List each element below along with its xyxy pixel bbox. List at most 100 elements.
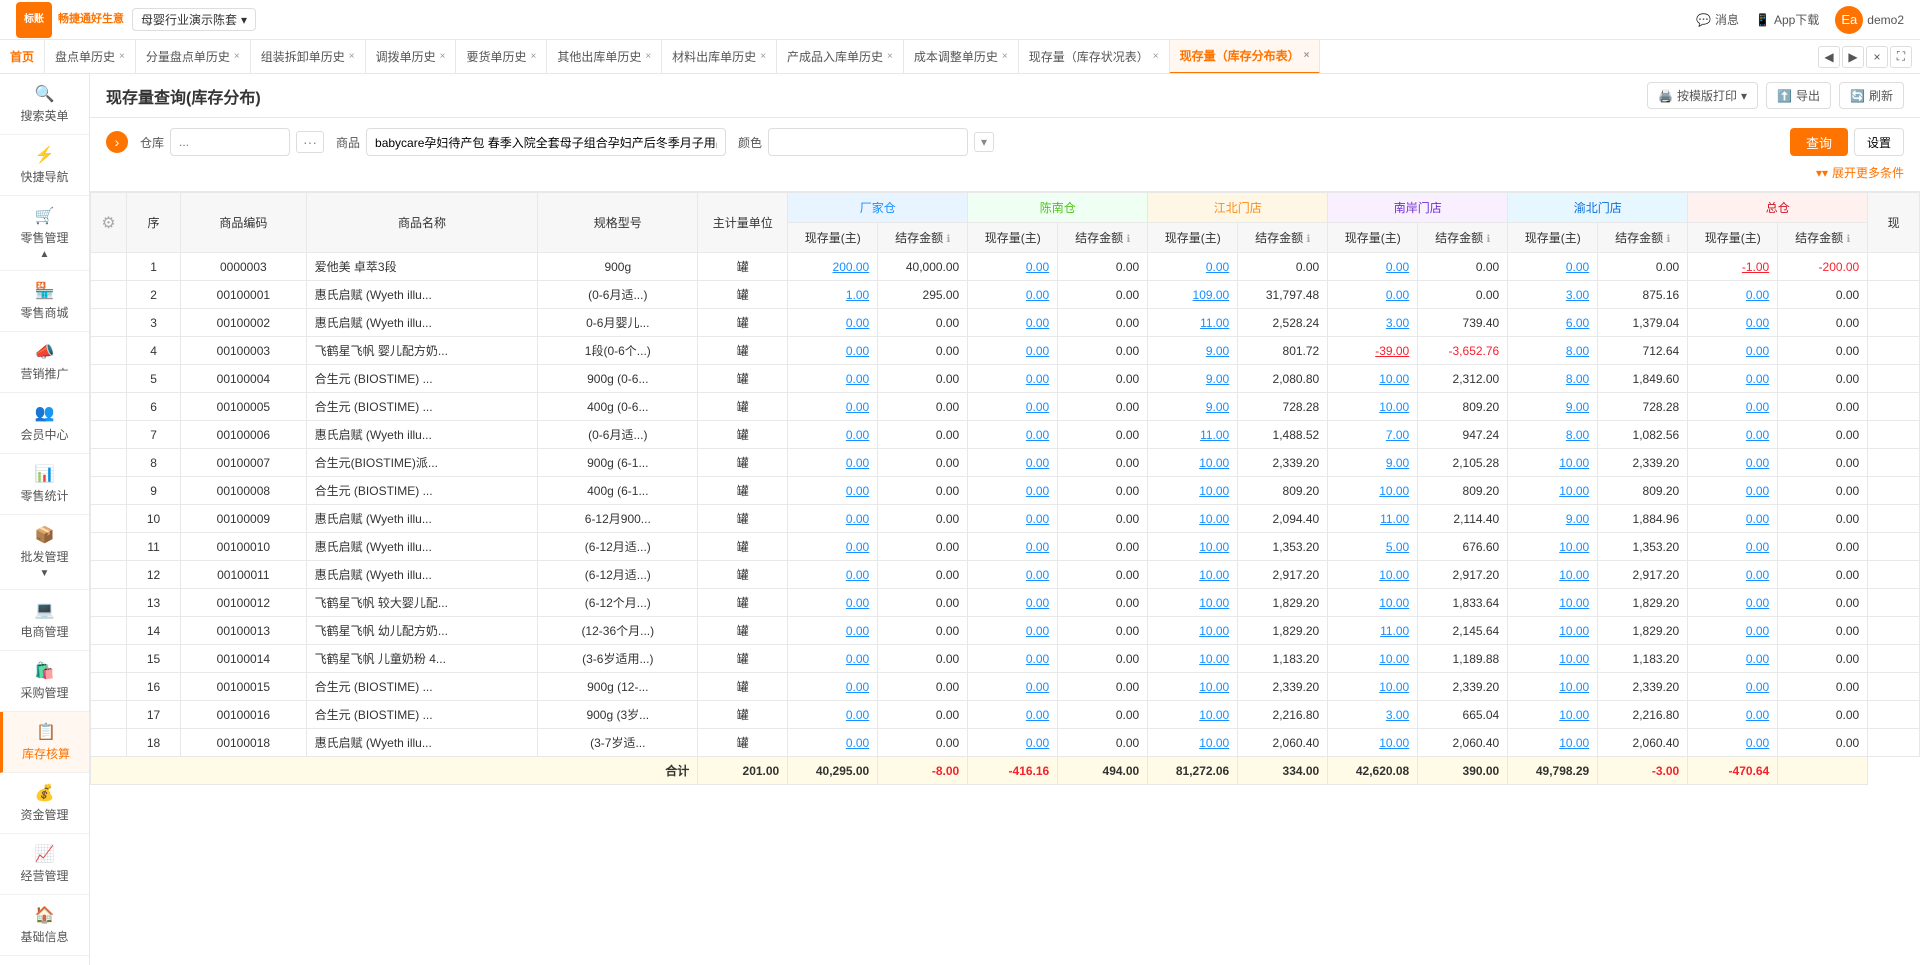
chevron-down-icon: ▾ [241,13,247,27]
close-icon[interactable]: × [440,51,446,62]
th-jb-qty: 现存量(主) [1148,223,1238,253]
tab-1[interactable]: 盘点单历史 × [45,40,136,74]
sidebar-item-members[interactable]: 👥 会员中心 [0,393,89,454]
money-icon: 💰 [35,783,55,803]
home-icon: 🏠 [35,905,55,925]
table-row: 200100001惠氏启赋 (Wyeth illu...(0-6月适...)罐1… [91,281,1920,309]
message-icon: 💬 [1696,13,1711,27]
th-tot-qty: 现存量(主) [1688,223,1778,253]
tab-2[interactable]: 分量盘点单历史 × [136,40,251,74]
table-row: 1500100014飞鹤星飞帆 儿童奶粉 4...(3-6岁适用...)罐0.0… [91,645,1920,673]
cart-icon: 🛒 [35,206,55,226]
close-icon[interactable]: × [234,51,240,62]
refresh-btn[interactable]: 🔄 刷新 [1839,82,1904,109]
sidebar-item-retail-stats[interactable]: 📊 零售统计 [0,454,89,515]
sidebar-item-search[interactable]: 🔍 搜索英单 [0,74,89,135]
table-row: 10000003爱他美 卓萃3段900g罐200.0040,000.000.00… [91,253,1920,281]
close-icon[interactable]: × [645,51,651,62]
app-icon: 📱 [1755,13,1770,27]
tab-11[interactable]: 现存量（库存分布表） × [1170,40,1321,74]
th-nanan: 南岸门店 [1328,193,1508,223]
product-label: 商品 [336,134,360,151]
tab-10[interactable]: 现存量（库存状况表） × [1019,40,1170,74]
close-icon[interactable]: × [119,51,125,62]
column-settings-btn[interactable]: ⚙ [101,213,115,233]
summary-f-qty: 201.00 [698,757,788,785]
warehouse-label: 仓库 [140,134,164,151]
app-download-btn[interactable]: 📱 App下载 [1755,11,1819,28]
sidebar-item-finance[interactable]: 💰 资金管理 [0,773,89,834]
search-area: › 仓库 ··· 商品 颜色 ▾ 查询 设置 [90,118,1920,192]
close-icon[interactable]: × [1153,51,1159,62]
warehouse-input[interactable] [170,128,290,156]
box-icon: 📦 [35,525,55,545]
user-menu[interactable]: Ea demo2 [1835,6,1904,34]
summary-cn-amt: -416.16 [968,757,1058,785]
sidebar-item-basic[interactable]: 🏠 基础信息 [0,895,89,956]
sidebar-item-marketing[interactable]: 📣 营销推广 [0,332,89,393]
tab-4[interactable]: 调拨单历史 × [366,40,457,74]
expand-search-btn[interactable]: › [106,131,128,153]
table-row: 1000100009惠氏启赋 (Wyeth illu...6-12月900...… [91,505,1920,533]
tab-home[interactable]: 首页 [0,40,45,74]
table-row: 300100002惠氏启赋 (Wyeth illu...0-6月婴儿...罐0.… [91,309,1920,337]
sidebar-item-inventory[interactable]: 📋 库存核算 [0,712,89,773]
msg-btn[interactable]: 💬 消息 [1696,11,1739,28]
print-btn[interactable]: 🖨️ 按模版打印 ▾ [1647,82,1758,109]
tab-nav-buttons: ◀ ▶ × ⛶ [1818,46,1920,68]
sidebar-item-nav[interactable]: ⚡ 快捷导航 [0,135,89,196]
summary-na-qty: 334.00 [1238,757,1328,785]
tab-7[interactable]: 材料出库单历史 × [662,40,777,74]
sidebar-item-ecommerce[interactable]: 💻 电商管理 [0,590,89,651]
table-area[interactable]: ⚙ 序 商品编码 商品名称 规格型号 主计量单位 厂家仓 陈南仓 江北门店 南岸… [90,192,1920,965]
table-row: 400100003飞鹤星飞帆 婴儿配方奶...1段(0-6个...)罐0.000… [91,337,1920,365]
tab-5[interactable]: 要货单历史 × [456,40,547,74]
tab-next-btn[interactable]: ▶ [1842,46,1864,68]
lightning-icon: ⚡ [35,145,55,165]
tab-3[interactable]: 组装拆卸单历史 × [251,40,366,74]
main-content: 现存量查询(库存分布) 🖨️ 按模版打印 ▾ ⬆️ 导出 🔄 刷新 [90,74,1920,965]
tab-6[interactable]: 其他出库单历史 × [547,40,662,74]
close-icon[interactable]: × [349,51,355,62]
sidebar-item-wholesale[interactable]: 📦 批发管理 ▼ [0,515,89,590]
th-yubei: 渝北门店 [1508,193,1688,223]
color-dropdown-btn[interactable]: ▾ [974,132,994,152]
tab-close-btn[interactable]: × [1866,46,1888,68]
close-icon[interactable]: × [1304,50,1310,61]
th-na-amt: 结存金额 ℹ [1418,223,1508,253]
close-icon[interactable]: × [887,51,893,62]
sidebar-item-ops[interactable]: 📈 经营管理 [0,834,89,895]
close-icon[interactable]: × [530,51,536,62]
summary-yb-amt: 49,798.29 [1508,757,1598,785]
close-icon[interactable]: × [1002,51,1008,62]
tab-8[interactable]: 产成品入库单历史 × [777,40,904,74]
megaphone-icon: 📣 [35,342,55,362]
summary-na-amt: 42,620.08 [1328,757,1418,785]
tab-prev-btn[interactable]: ◀ [1818,46,1840,68]
avatar: Ea [1835,6,1863,34]
color-field: 颜色 ▾ [738,128,994,156]
th-yb-amt: 结存金额 ℹ [1598,223,1688,253]
page-title: 现存量查询(库存分布) [106,84,261,108]
tab-scroll-area: 首页 盘点单历史 × 分量盘点单历史 × 组装拆卸单历史 × 调拨单历史 × 要… [0,40,1818,74]
sidebar-item-retail-mall[interactable]: 🏪 零售商城 [0,271,89,332]
nav-selector[interactable]: 母婴行业演示陈套 ▾ [132,8,256,31]
sidebar-item-purchase[interactable]: 🛍️ 采购管理 [0,651,89,712]
color-input[interactable] [768,128,968,156]
warehouse-field: 仓库 ··· [140,128,324,156]
warehouse-ellipsis-btn[interactable]: ··· [296,131,324,153]
product-input[interactable] [366,128,726,156]
printer-icon: 🖨️ [1658,89,1673,103]
search-btn[interactable]: 查询 [1790,128,1848,156]
expand-more-btn[interactable]: ▾▾ 展开更多条件 [1816,164,1904,181]
close-icon[interactable]: × [760,51,766,62]
export-btn[interactable]: ⬆️ 导出 [1766,82,1831,109]
sidebar-item-retail-mgmt[interactable]: 🛒 零售管理 ▲ [0,196,89,271]
th-total: 总仓 [1688,193,1868,223]
settings-btn[interactable]: 设置 [1854,128,1904,156]
expand-more-icon: ▾▾ [1816,166,1828,180]
tab-expand-btn[interactable]: ⛶ [1890,46,1912,68]
th-yb-qty: 现存量(主) [1508,223,1598,253]
sidebar-item-system[interactable]: ⚙️ 系统管理 [0,956,89,965]
tab-9[interactable]: 成本调整单历史 × [904,40,1019,74]
